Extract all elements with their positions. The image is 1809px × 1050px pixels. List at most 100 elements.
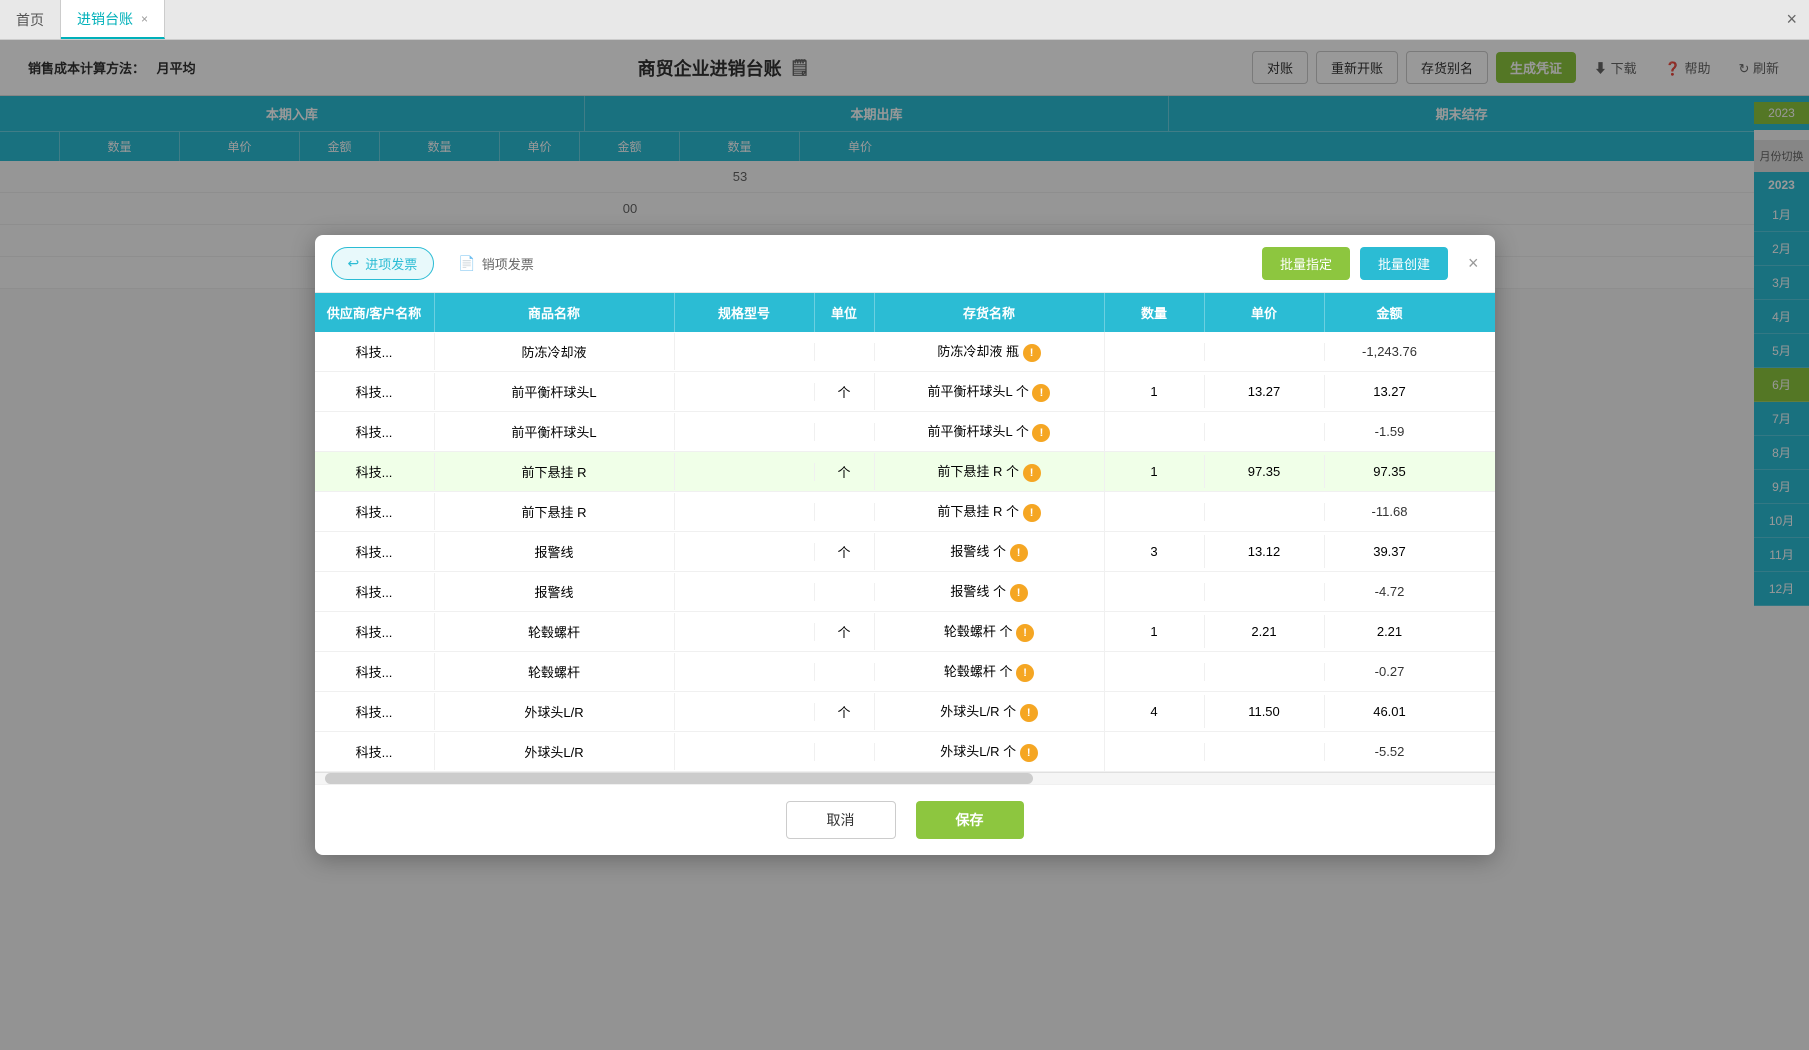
- cell-amount: -11.68: [1325, 495, 1455, 528]
- modal-footer: 取消 保存: [315, 784, 1495, 855]
- batch-create-button[interactable]: 批量创建: [1360, 247, 1448, 280]
- tab-incoming-invoice[interactable]: ↩ 进项发票: [331, 247, 435, 280]
- cell-qty: 1: [1105, 615, 1205, 648]
- cell-price: [1205, 663, 1325, 681]
- table-row: 科技... 报警线 个 报警线 个 ! 3 13.12 39.37: [315, 532, 1495, 572]
- tab-active-label: 进销台账: [77, 9, 133, 29]
- cell-supplier: 科技...: [315, 533, 435, 570]
- table-row: 科技... 外球头L/R 外球头L/R 个 ! -5.52: [315, 732, 1495, 772]
- col-supplier: 供应商/客户名称: [315, 293, 435, 332]
- tab-home-label: 首页: [16, 10, 44, 30]
- cell-spec: [675, 503, 815, 521]
- cell-inventory: 外球头L/R 个 !: [875, 692, 1105, 731]
- col-inventory-name: 存货名称: [875, 293, 1105, 332]
- cell-supplier: 科技...: [315, 413, 435, 450]
- cell-supplier: 科技...: [315, 653, 435, 690]
- cell-amount: -4.72: [1325, 575, 1455, 608]
- window-close-icon[interactable]: ×: [1786, 9, 1797, 30]
- cell-supplier: 科技...: [315, 613, 435, 650]
- warning-icon: !: [1020, 704, 1038, 722]
- cell-inventory: 前平衡杆球头L 个 !: [875, 372, 1105, 411]
- cell-inventory: 外球头L/R 个 !: [875, 732, 1105, 771]
- cell-supplier: 科技...: [315, 373, 435, 410]
- tab-bar: 首页 进销台账 × ×: [0, 0, 1809, 40]
- warning-icon: !: [1023, 504, 1041, 522]
- cell-supplier: 科技...: [315, 573, 435, 610]
- col-unit-price: 单价: [1205, 293, 1325, 332]
- cell-product: 外球头L/R: [435, 733, 675, 770]
- modal-dialog: ↩ 进项发票 📄 销项发票 批量指定 批量创建 × 供应商/客户名称 商品名称: [315, 235, 1495, 855]
- tab-outgoing-invoice[interactable]: 📄 销项发票: [442, 248, 549, 279]
- cell-unit: [815, 503, 875, 521]
- cell-product: 轮毂螺杆: [435, 613, 675, 650]
- table-row: 科技... 前平衡杆球头L 个 前平衡杆球头L 个 ! 1 13.27 13.2…: [315, 372, 1495, 412]
- table-row: 科技... 防冻冷却液 防冻冷却液 瓶 ! -1,243.76: [315, 332, 1495, 372]
- warning-icon: !: [1032, 424, 1050, 442]
- cell-price: [1205, 343, 1325, 361]
- cell-price: 13.27: [1205, 375, 1325, 408]
- table-row: 科技... 前下悬挂 R 个 前下悬挂 R 个 ! 1 97.35 97.35: [315, 452, 1495, 492]
- cell-product: 前平衡杆球头L: [435, 373, 675, 410]
- tab-close-icon[interactable]: ×: [141, 12, 148, 26]
- table-row: 科技... 报警线 报警线 个 ! -4.72: [315, 572, 1495, 612]
- col-amount: 金额: [1325, 293, 1455, 332]
- modal-header: ↩ 进项发票 📄 销项发票 批量指定 批量创建 ×: [315, 235, 1495, 293]
- cell-spec: [675, 383, 815, 401]
- cell-unit: [815, 343, 875, 361]
- cancel-button[interactable]: 取消: [786, 801, 896, 839]
- tab-active[interactable]: 进销台账 ×: [61, 0, 165, 39]
- cell-price: [1205, 423, 1325, 441]
- cell-price: 13.12: [1205, 535, 1325, 568]
- cell-amount: 39.37: [1325, 535, 1455, 568]
- save-button[interactable]: 保存: [916, 801, 1024, 839]
- warning-icon: !: [1016, 664, 1034, 682]
- cell-price: 2.21: [1205, 615, 1325, 648]
- cell-amount: 13.27: [1325, 375, 1455, 408]
- cell-qty: [1105, 583, 1205, 601]
- table-row: 科技... 前平衡杆球头L 前平衡杆球头L 个 ! -1.59: [315, 412, 1495, 452]
- cell-inventory: 防冻冷却液 瓶 !: [875, 332, 1105, 371]
- batch-assign-button[interactable]: 批量指定: [1262, 247, 1350, 280]
- cell-product: 报警线: [435, 573, 675, 610]
- cell-product: 前下悬挂 R: [435, 493, 675, 530]
- col-unit: 单位: [815, 293, 875, 332]
- cell-qty: [1105, 743, 1205, 761]
- modal-overlay: ↩ 进项发票 📄 销项发票 批量指定 批量创建 × 供应商/客户名称 商品名称: [0, 40, 1809, 1050]
- tab-home[interactable]: 首页: [0, 0, 61, 39]
- cell-qty: [1105, 503, 1205, 521]
- cell-unit: 个: [815, 453, 875, 490]
- scrollbar-track[interactable]: [315, 772, 1495, 784]
- modal-close-icon[interactable]: ×: [1468, 253, 1479, 274]
- table-row: 科技... 前下悬挂 R 前下悬挂 R 个 ! -11.68: [315, 492, 1495, 532]
- cell-price: [1205, 503, 1325, 521]
- cell-supplier: 科技...: [315, 333, 435, 370]
- cell-spec: [675, 343, 815, 361]
- cell-supplier: 科技...: [315, 733, 435, 770]
- cell-price: 97.35: [1205, 455, 1325, 488]
- cell-spec: [675, 423, 815, 441]
- cell-amount: 2.21: [1325, 615, 1455, 648]
- cell-spec: [675, 743, 815, 761]
- cell-product: 外球头L/R: [435, 693, 675, 730]
- cell-amount: -1,243.76: [1325, 335, 1455, 368]
- cell-spec: [675, 463, 815, 481]
- cell-unit: 个: [815, 373, 875, 410]
- cell-qty: [1105, 423, 1205, 441]
- cell-unit: 个: [815, 693, 875, 730]
- modal-table-header: 供应商/客户名称 商品名称 规格型号 单位 存货名称 数量 单价 金额: [315, 293, 1495, 332]
- cell-inventory: 前平衡杆球头L 个 !: [875, 412, 1105, 451]
- cell-qty: [1105, 343, 1205, 361]
- cell-unit: 个: [815, 613, 875, 650]
- cell-product: 轮毂螺杆: [435, 653, 675, 690]
- cell-supplier: 科技...: [315, 493, 435, 530]
- table-row: 科技... 轮毂螺杆 轮毂螺杆 个 ! -0.27: [315, 652, 1495, 692]
- cell-product: 前下悬挂 R: [435, 453, 675, 490]
- warning-icon: !: [1020, 744, 1038, 762]
- modal-actions: 批量指定 批量创建: [1262, 247, 1448, 280]
- cell-price: 11.50: [1205, 695, 1325, 728]
- incoming-icon: ↩: [348, 255, 360, 272]
- cell-product: 前平衡杆球头L: [435, 413, 675, 450]
- cell-qty: 1: [1105, 375, 1205, 408]
- cell-spec: [675, 623, 815, 641]
- cell-unit: 个: [815, 533, 875, 570]
